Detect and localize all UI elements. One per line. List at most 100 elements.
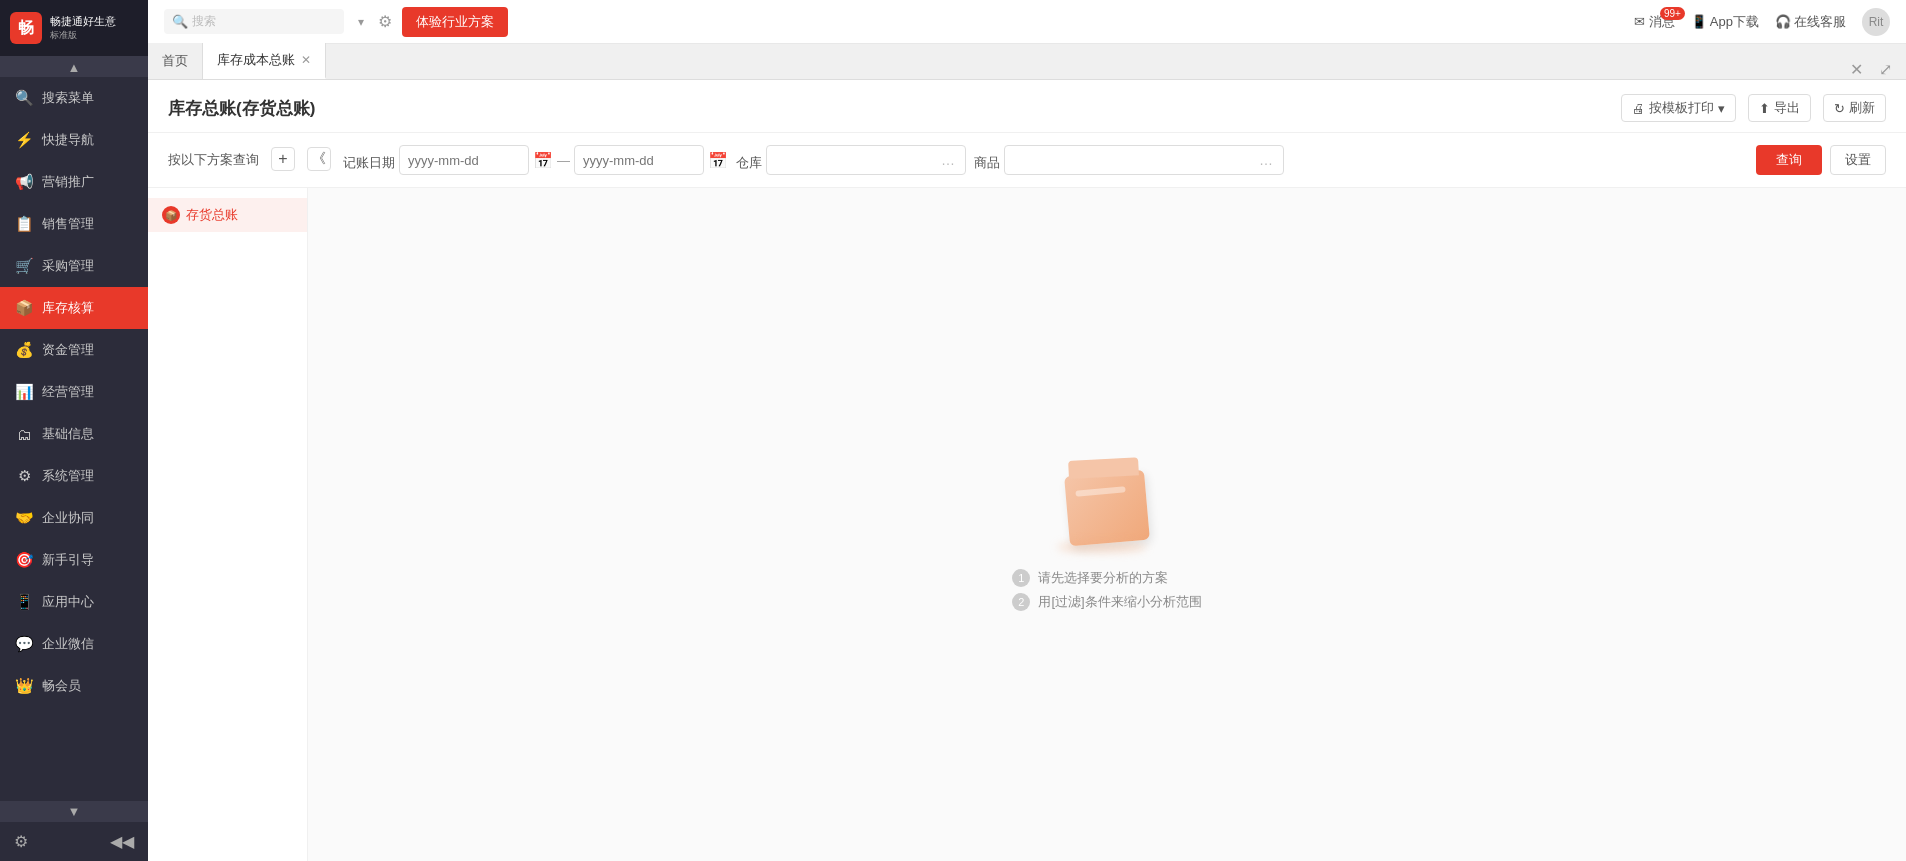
main-content: 🔍 搜索 ▾ ⚙ 体验行业方案 ✉ 消息 99+ 📱 App下载 🎧 在线客服 … (148, 0, 1906, 861)
topbar: 🔍 搜索 ▾ ⚙ 体验行业方案 ✉ 消息 99+ 📱 App下载 🎧 在线客服 … (148, 0, 1906, 44)
sidebar-item-funds[interactable]: 💰 资金管理 (0, 329, 148, 371)
sidebar-item-purchase[interactable]: 🛒 采购管理 (0, 245, 148, 287)
page-area: 库存总账(存货总账) 🖨 按模板打印 ▾ ⬆ 导出 ↻ 刷新 按以下方案查询 (148, 80, 1906, 861)
page-header-actions: 🖨 按模板打印 ▾ ⬆ 导出 ↻ 刷新 (1621, 94, 1886, 122)
print-button[interactable]: 🖨 按模板打印 ▾ (1621, 94, 1736, 122)
sidebar-label-newbie: 新手引导 (42, 551, 94, 569)
left-panel-item-icon-symbol: 📦 (165, 210, 177, 221)
sidebar-item-shortcuts[interactable]: ⚡ 快捷导航 (0, 119, 148, 161)
topbar-chevron-icon[interactable]: ▾ (358, 15, 364, 29)
refresh-icon: ↻ (1834, 101, 1845, 116)
sidebar-item-sales[interactable]: 📋 销售管理 (0, 203, 148, 245)
sidebar-item-marketing[interactable]: 📢 营销推广 (0, 161, 148, 203)
sidebar-scroll-up[interactable]: ▲ (0, 57, 148, 77)
date-to-input[interactable] (574, 145, 704, 175)
tab-inventory-ledger-label: 库存成本总账 (217, 51, 295, 69)
sidebar-item-inventory[interactable]: 📦 库存核算 (0, 287, 148, 329)
app-logo: 畅 畅捷通好生意 标准版 (0, 0, 148, 57)
date-to-calendar-icon[interactable]: 📅 (708, 151, 728, 170)
step-2-text: 用[过滤]条件来缩小分析范围 (1038, 593, 1201, 611)
empty-step-1: 1 请先选择要分析的方案 (1012, 569, 1201, 587)
query-button[interactable]: 查询 (1756, 145, 1822, 175)
goods-filter-group: 商品 … (974, 145, 1284, 175)
message-wrap[interactable]: ✉ 消息 99+ (1634, 13, 1675, 31)
tab-expand-btn[interactable]: ⤢ (1875, 60, 1896, 79)
trial-button[interactable]: 体验行业方案 (402, 7, 508, 37)
topbar-search[interactable]: 🔍 搜索 (164, 9, 344, 34)
tab-inventory-ledger[interactable]: 库存成本总账 ✕ (203, 43, 326, 79)
sidebar-label-search: 搜索菜单 (42, 89, 94, 107)
sidebar-label-sales: 销售管理 (42, 215, 94, 233)
goods-more-icon[interactable]: … (1257, 152, 1275, 168)
sidebar-collapse-btn[interactable]: ◀◀ (110, 832, 134, 851)
goods-select[interactable]: … (1004, 145, 1284, 175)
export-button[interactable]: ⬆ 导出 (1748, 94, 1811, 122)
sidebar-scroll-down[interactable]: ▼ (0, 801, 148, 821)
tabbar-right: ✕ ⤢ (1836, 60, 1906, 79)
filter-row: 记账日期 📅 — 📅 仓库 … 商品 (343, 145, 1284, 175)
topbar-gear-icon[interactable]: ⚙ (378, 12, 392, 31)
settings-button[interactable]: 设置 (1830, 145, 1886, 175)
sidebar-label-operation: 经营管理 (42, 383, 94, 401)
sidebar-item-appstore[interactable]: 📱 应用中心 (0, 581, 148, 623)
search-icon: 🔍 (172, 14, 188, 29)
online-service-label: 在线客服 (1794, 13, 1846, 31)
step-2-num: 2 (1012, 593, 1030, 611)
date-from-calendar-icon[interactable]: 📅 (533, 151, 553, 170)
sidebar-nav: 🔍 搜索菜单 ⚡ 快捷导航 📢 营销推广 📋 销售管理 🛒 采购管理 📦 库存核… (0, 77, 148, 801)
left-panel: 📦 存货总账 (148, 188, 308, 861)
sidebar-icon-inventory: 📦 (14, 298, 34, 318)
page-header: 库存总账(存货总账) 🖨 按模板打印 ▾ ⬆ 导出 ↻ 刷新 (148, 80, 1906, 133)
sidebar-item-member[interactable]: 👑 畅会员 (0, 665, 148, 707)
sidebar-item-search[interactable]: 🔍 搜索菜单 (0, 77, 148, 119)
filter-collapse-button[interactable]: 《 (307, 147, 331, 171)
sidebar-item-operation[interactable]: 📊 经营管理 (0, 371, 148, 413)
warehouse-more-icon[interactable]: … (939, 152, 957, 168)
app-download-btn[interactable]: 📱 App下载 (1691, 13, 1759, 31)
sidebar-label-funds: 资金管理 (42, 341, 94, 359)
sidebar-icon-shortcuts: ⚡ (14, 130, 34, 150)
warehouse-select[interactable]: … (766, 145, 966, 175)
app-download-label: App下载 (1710, 13, 1759, 31)
date-filter-label: 记账日期 (343, 148, 395, 172)
tab-close-icon[interactable]: ✕ (301, 53, 311, 67)
goods-filter-label: 商品 (974, 148, 1000, 172)
empty-step-2: 2 用[过滤]条件来缩小分析范围 (1012, 593, 1201, 611)
sidebar-item-system[interactable]: ⚙ 系统管理 (0, 455, 148, 497)
message-badge: 99+ (1660, 7, 1685, 20)
left-panel-item-label: 存货总账 (186, 206, 238, 224)
sidebar-icon-purchase: 🛒 (14, 256, 34, 276)
sidebar-label-enterprise: 企业协同 (42, 509, 94, 527)
sidebar-icon-enterprise: 🤝 (14, 508, 34, 528)
sidebar-label-member: 畅会员 (42, 677, 81, 695)
sidebar-icon-member: 👑 (14, 676, 34, 696)
left-panel-item-inventory-total[interactable]: 📦 存货总账 (148, 198, 307, 232)
online-service-btn[interactable]: 🎧 在线客服 (1775, 13, 1846, 31)
sidebar-item-newbie[interactable]: 🎯 新手引导 (0, 539, 148, 581)
sidebar-label-appstore: 应用中心 (42, 593, 94, 611)
step-1-num: 1 (1012, 569, 1030, 587)
sidebar-item-enterprise[interactable]: 🤝 企业协同 (0, 497, 148, 539)
filter-area: 按以下方案查询 + 《 记账日期 📅 — 📅 仓库 … (148, 133, 1906, 188)
filter-label: 按以下方案查询 (168, 145, 259, 169)
refresh-button[interactable]: ↻ 刷新 (1823, 94, 1886, 122)
sidebar-item-basic[interactable]: 🗂 基础信息 (0, 413, 148, 455)
sidebar-item-wechat[interactable]: 💬 企业微信 (0, 623, 148, 665)
tab-home[interactable]: 首页 (148, 43, 203, 79)
page-title: 库存总账(存货总账) (168, 97, 315, 120)
search-placeholder: 搜索 (192, 13, 216, 30)
user-avatar[interactable]: Rit (1862, 8, 1890, 36)
sidebar-icon-funds: 💰 (14, 340, 34, 360)
date-from-input[interactable] (399, 145, 529, 175)
tabbar: 首页 库存成本总账 ✕ ✕ ⤢ (148, 44, 1906, 80)
sidebar-footer: ⚙ ◀◀ (0, 821, 148, 861)
sidebar-label-inventory: 库存核算 (42, 299, 94, 317)
sidebar-icon-basic: 🗂 (14, 424, 34, 444)
sidebar-icon-sales: 📋 (14, 214, 34, 234)
filter-add-button[interactable]: + (271, 147, 295, 171)
sidebar-icon-wechat: 💬 (14, 634, 34, 654)
sidebar-settings-btn[interactable]: ⚙ (14, 832, 28, 851)
sidebar-label-shortcuts: 快捷导航 (42, 131, 94, 149)
tab-close-all-btn[interactable]: ✕ (1846, 60, 1867, 79)
date-dash: — (557, 153, 570, 168)
